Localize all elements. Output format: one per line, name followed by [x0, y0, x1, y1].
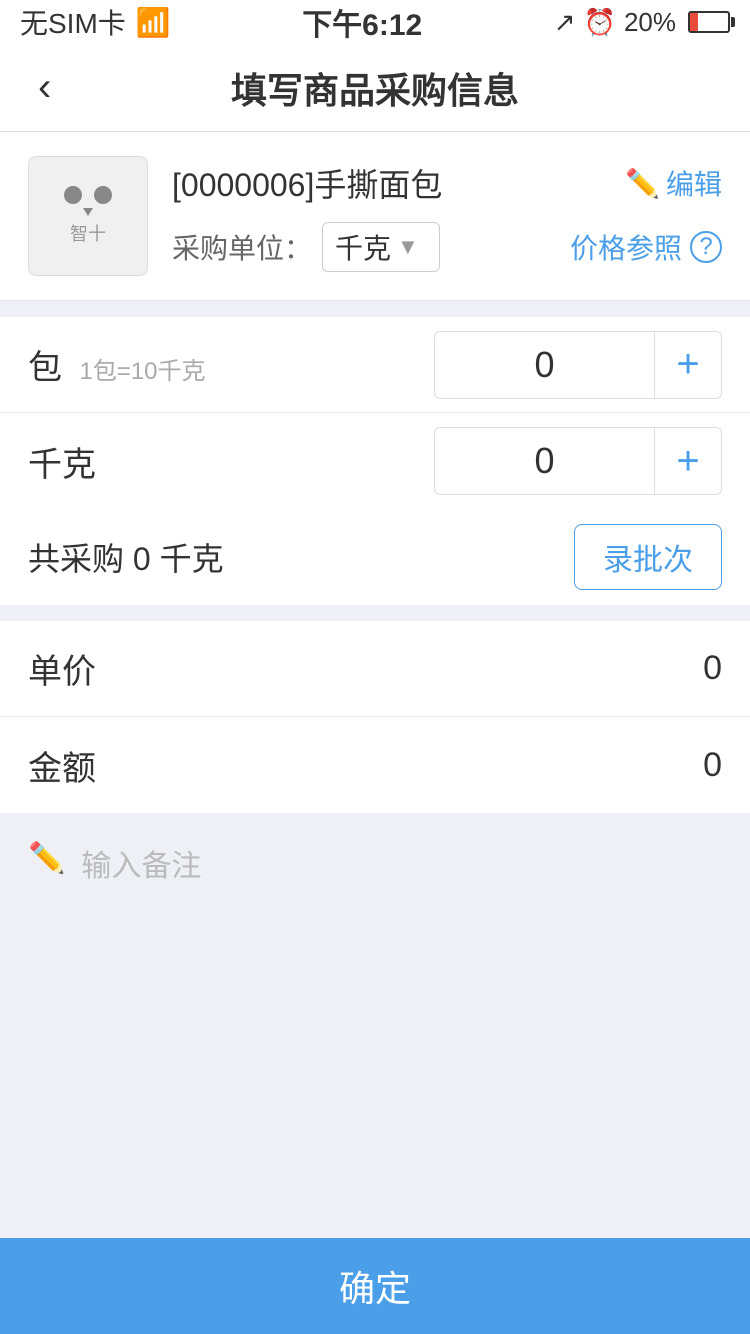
qianke-input-row: 千克 +: [0, 413, 750, 509]
fill-area: [0, 913, 750, 1293]
wifi-icon: 📶: [136, 6, 171, 39]
page-title: 填写商品采购信息: [231, 62, 519, 114]
pencil-icon: ✏️: [28, 841, 65, 876]
input-section: 包 1包=10千克 + 千克 +: [0, 317, 750, 509]
bao-field-wrap: +: [434, 331, 722, 399]
product-card: 智十 [0000006]手撕面包 ✏️ 编辑 采购单位： 千克 ▼ 价格参照 ?: [0, 132, 750, 301]
alarm-icon: ⏰: [584, 7, 616, 38]
qianke-plus-button[interactable]: +: [654, 427, 722, 495]
unit-price-label: 单价: [28, 644, 96, 693]
location-icon: ↗: [554, 7, 576, 38]
section-separator-2: [0, 605, 750, 621]
help-icon: ?: [690, 231, 722, 263]
price-section: 单价 0 金额 0: [0, 621, 750, 813]
bao-label: 包 1包=10千克: [28, 340, 434, 389]
bao-sublabel: 1包=10千克: [79, 358, 205, 385]
remark-placeholder: 输入备注: [81, 841, 201, 885]
product-name: [0000006]手撕面包: [172, 160, 442, 206]
battery-percent: 20%: [624, 7, 676, 38]
chevron-down-icon: ▼: [397, 234, 419, 260]
edit-button[interactable]: ✏️ 编辑: [625, 163, 722, 203]
status-bar: 无SIM卡 📶 下午6:12 ↗ ⏰ 20%: [0, 0, 750, 44]
carrier-label: 无SIM卡: [20, 2, 126, 42]
back-button[interactable]: ‹: [28, 55, 61, 120]
unit-row: 采购单位： 千克 ▼ 价格参照 ?: [172, 222, 722, 272]
price-ref-button[interactable]: 价格参照 ?: [570, 227, 722, 267]
bao-input[interactable]: [434, 331, 654, 399]
batch-button[interactable]: 录批次: [574, 524, 722, 590]
qianke-input[interactable]: [434, 427, 654, 495]
status-right: ↗ ⏰ 20%: [554, 7, 730, 38]
product-image: 智十: [28, 156, 148, 276]
nav-bar: ‹ 填写商品采购信息: [0, 44, 750, 132]
unit-label: 采购单位：: [172, 227, 312, 267]
amount-value: 0: [703, 746, 722, 785]
section-separator-1: [0, 301, 750, 317]
product-name-row: [0000006]手撕面包 ✏️ 编辑: [172, 160, 722, 206]
qianke-field-wrap: +: [434, 427, 722, 495]
bao-plus-button[interactable]: +: [654, 331, 722, 399]
product-info: [0000006]手撕面包 ✏️ 编辑 采购单位： 千克 ▼ 价格参照 ?: [172, 160, 722, 272]
unit-price-value: 0: [703, 649, 722, 688]
unit-price-row: 单价 0: [0, 621, 750, 717]
remark-section[interactable]: ✏️ 输入备注: [0, 813, 750, 913]
battery-icon: [688, 11, 730, 33]
confirm-button[interactable]: 确定: [339, 1260, 411, 1312]
summary-row: 共采购 0 千克 录批次: [0, 509, 750, 605]
status-left: 无SIM卡 📶: [20, 2, 171, 42]
qianke-label: 千克: [28, 437, 434, 486]
status-time: 下午6:12: [302, 0, 422, 44]
edit-icon: ✏️: [625, 167, 660, 200]
unit-select[interactable]: 千克 ▼: [322, 222, 440, 272]
amount-row: 金额 0: [0, 717, 750, 813]
summary-text: 共采购 0 千克: [28, 534, 224, 580]
bao-input-row: 包 1包=10千克 +: [0, 317, 750, 413]
amount-label: 金额: [28, 741, 96, 790]
confirm-bar[interactable]: 确定: [0, 1238, 750, 1334]
